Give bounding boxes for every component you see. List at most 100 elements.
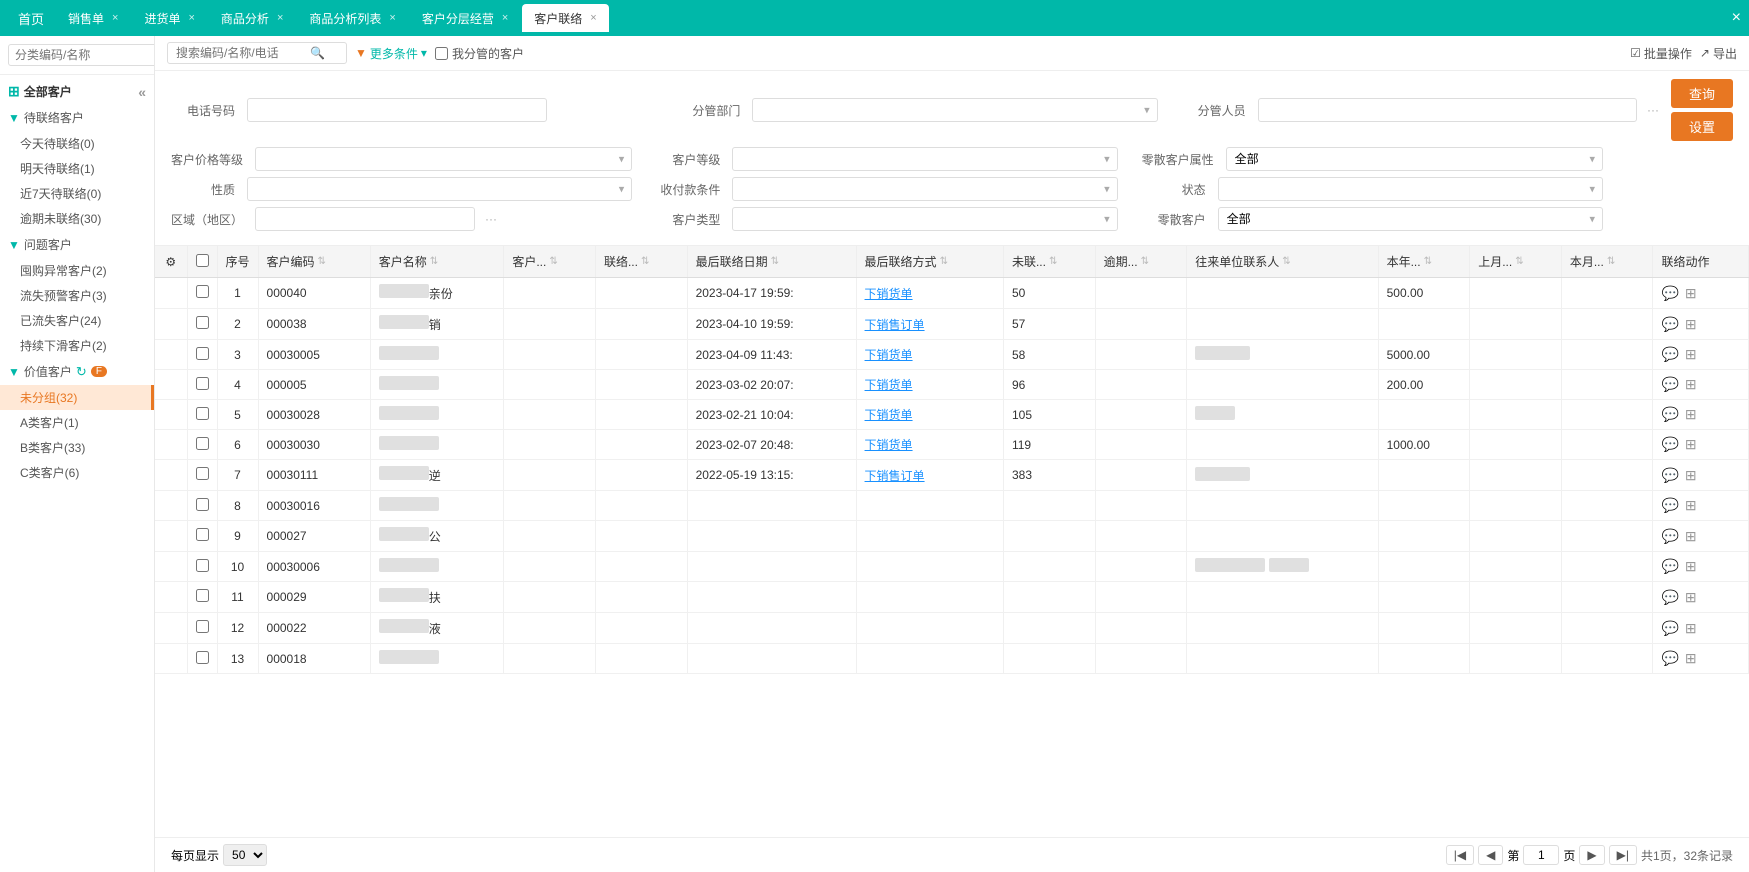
col-this-month-header[interactable]: 本月...⇅ xyxy=(1561,246,1653,278)
grid-action-icon[interactable]: ⊞ xyxy=(1685,589,1697,606)
refresh-icon[interactable]: ↻ xyxy=(76,364,87,380)
sidebar-item-churn-warning[interactable]: 流失预警客户(3) xyxy=(0,283,154,308)
row-checkbox[interactable] xyxy=(196,620,209,633)
price-level-select[interactable] xyxy=(255,147,632,171)
col-contact-header[interactable]: 联络...⇅ xyxy=(595,246,687,278)
close-icon[interactable]: × xyxy=(188,12,194,24)
sidebar-item-today-pending[interactable]: 今天待联络(0) xyxy=(0,131,154,156)
close-icon[interactable]: × xyxy=(590,12,596,24)
payment-select[interactable] xyxy=(732,177,1117,201)
row-checkbox[interactable] xyxy=(196,437,209,450)
nav-tab-analysis[interactable]: 商品分析 × xyxy=(209,4,295,32)
col-overdue-header[interactable]: 逾期...⇅ xyxy=(1095,246,1187,278)
grid-action-icon[interactable]: ⊞ xyxy=(1685,620,1697,637)
chat-icon[interactable]: 💬 xyxy=(1661,528,1678,545)
row-check[interactable] xyxy=(187,309,217,340)
grid-action-icon[interactable]: ⊞ xyxy=(1685,467,1697,484)
row-check[interactable] xyxy=(187,521,217,552)
grid-action-icon[interactable]: ⊞ xyxy=(1685,528,1697,545)
row-check[interactable] xyxy=(187,278,217,309)
row-check[interactable] xyxy=(187,430,217,460)
grid-action-icon[interactable]: ⊞ xyxy=(1685,346,1697,363)
row-check[interactable] xyxy=(187,644,217,674)
row-last-method[interactable]: 下销售订单 xyxy=(856,309,1003,340)
last-method-link[interactable]: 下销售订单 xyxy=(865,469,925,483)
grid-action-icon[interactable]: ⊞ xyxy=(1685,558,1697,575)
my-customers-checkbox[interactable] xyxy=(435,47,448,60)
nav-home[interactable]: 首页 xyxy=(8,9,54,28)
chat-icon[interactable]: 💬 xyxy=(1661,285,1678,302)
next-page-button[interactable]: ▶ xyxy=(1579,845,1604,865)
nav-tab-analysis-list[interactable]: 商品分析列表 × xyxy=(297,4,407,32)
row-check[interactable] xyxy=(187,552,217,582)
sidebar-search-input[interactable] xyxy=(8,44,155,66)
close-all-button[interactable]: × xyxy=(1732,9,1741,27)
last-method-link[interactable]: 下销售订单 xyxy=(865,318,925,332)
first-page-button[interactable]: |◀ xyxy=(1446,845,1474,865)
row-check[interactable] xyxy=(187,491,217,521)
row-last-method[interactable]: 下销货单 xyxy=(856,400,1003,430)
customer-type-select[interactable] xyxy=(732,207,1117,231)
property-select[interactable] xyxy=(247,177,632,201)
row-check[interactable] xyxy=(187,340,217,370)
row-checkbox[interactable] xyxy=(196,528,209,541)
row-last-method[interactable] xyxy=(856,521,1003,552)
last-method-link[interactable]: 下销货单 xyxy=(865,348,913,362)
grid-action-icon[interactable]: ⊞ xyxy=(1685,497,1697,514)
last-method-link[interactable]: 下销货单 xyxy=(865,287,913,301)
col-customer-type-header[interactable]: 客户...⇅ xyxy=(504,246,596,278)
col-this-year-header[interactable]: 本年...⇅ xyxy=(1378,246,1470,278)
row-checkbox[interactable] xyxy=(196,407,209,420)
search-input[interactable] xyxy=(176,46,306,60)
my-customers-toggle[interactable]: 我分管的客户 xyxy=(435,45,524,62)
grid-action-icon[interactable]: ⊞ xyxy=(1685,436,1697,453)
last-method-link[interactable]: 下销货单 xyxy=(865,408,913,422)
row-check[interactable] xyxy=(187,400,217,430)
sidebar-item-7day-pending[interactable]: 近7天待联络(0) xyxy=(0,181,154,206)
prev-page-button[interactable]: ◀ xyxy=(1478,845,1503,865)
grid-action-icon[interactable]: ⊞ xyxy=(1685,650,1697,667)
row-checkbox[interactable] xyxy=(196,559,209,572)
nav-tab-sales[interactable]: 销售单 × xyxy=(56,4,130,32)
chat-icon[interactable]: 💬 xyxy=(1661,650,1678,667)
row-check[interactable] xyxy=(187,613,217,644)
sidebar-item-ungroup[interactable]: 未分组(32) xyxy=(0,385,154,410)
reset-button[interactable]: 设置 xyxy=(1671,112,1733,141)
close-icon[interactable]: × xyxy=(277,12,283,24)
row-checkbox[interactable] xyxy=(196,467,209,480)
page-input[interactable] xyxy=(1523,845,1559,865)
chat-icon[interactable]: 💬 xyxy=(1661,558,1678,575)
nav-tab-customer-contact[interactable]: 客户联络 × xyxy=(522,4,608,32)
region-input[interactable] xyxy=(255,207,475,231)
close-icon[interactable]: × xyxy=(502,12,508,24)
phone-input[interactable] xyxy=(247,98,547,122)
col-code-header[interactable]: 客户编码⇅ xyxy=(258,246,370,278)
sidebar-item-a-class[interactable]: A类客户(1) xyxy=(0,410,154,435)
row-last-method[interactable] xyxy=(856,582,1003,613)
close-icon[interactable]: × xyxy=(112,12,118,24)
query-button[interactable]: 查询 xyxy=(1671,79,1733,108)
close-icon[interactable]: × xyxy=(389,12,395,24)
chat-icon[interactable]: 💬 xyxy=(1661,376,1678,393)
batch-op-button[interactable]: ☑ 批量操作 xyxy=(1630,45,1692,62)
sidebar-group-value[interactable]: ▼ 价值客户 ↻ F xyxy=(0,358,154,385)
grid-action-icon[interactable]: ⊞ xyxy=(1685,406,1697,423)
col-last-month-header[interactable]: 上月...⇅ xyxy=(1470,246,1562,278)
col-select-all[interactable] xyxy=(187,246,217,278)
col-last-date-header[interactable]: 最后联络日期⇅ xyxy=(687,246,856,278)
row-checkbox[interactable] xyxy=(196,377,209,390)
row-checkbox[interactable] xyxy=(196,285,209,298)
chat-icon[interactable]: 💬 xyxy=(1661,436,1678,453)
row-last-method[interactable] xyxy=(856,613,1003,644)
col-unit-contact-header[interactable]: 往来单位联系人⇅ xyxy=(1187,246,1378,278)
chat-icon[interactable]: 💬 xyxy=(1661,589,1678,606)
chat-icon[interactable]: 💬 xyxy=(1661,497,1678,514)
chat-icon[interactable]: 💬 xyxy=(1661,467,1678,484)
sidebar-item-b-class[interactable]: B类客户(33) xyxy=(0,435,154,460)
col-last-method-header[interactable]: 最后联络方式⇅ xyxy=(856,246,1003,278)
last-method-link[interactable]: 下销货单 xyxy=(865,378,913,392)
last-method-link[interactable]: 下销货单 xyxy=(865,438,913,452)
row-checkbox[interactable] xyxy=(196,589,209,602)
dept-select[interactable] xyxy=(752,98,1157,122)
col-name-header[interactable]: 客户名称⇅ xyxy=(370,246,504,278)
